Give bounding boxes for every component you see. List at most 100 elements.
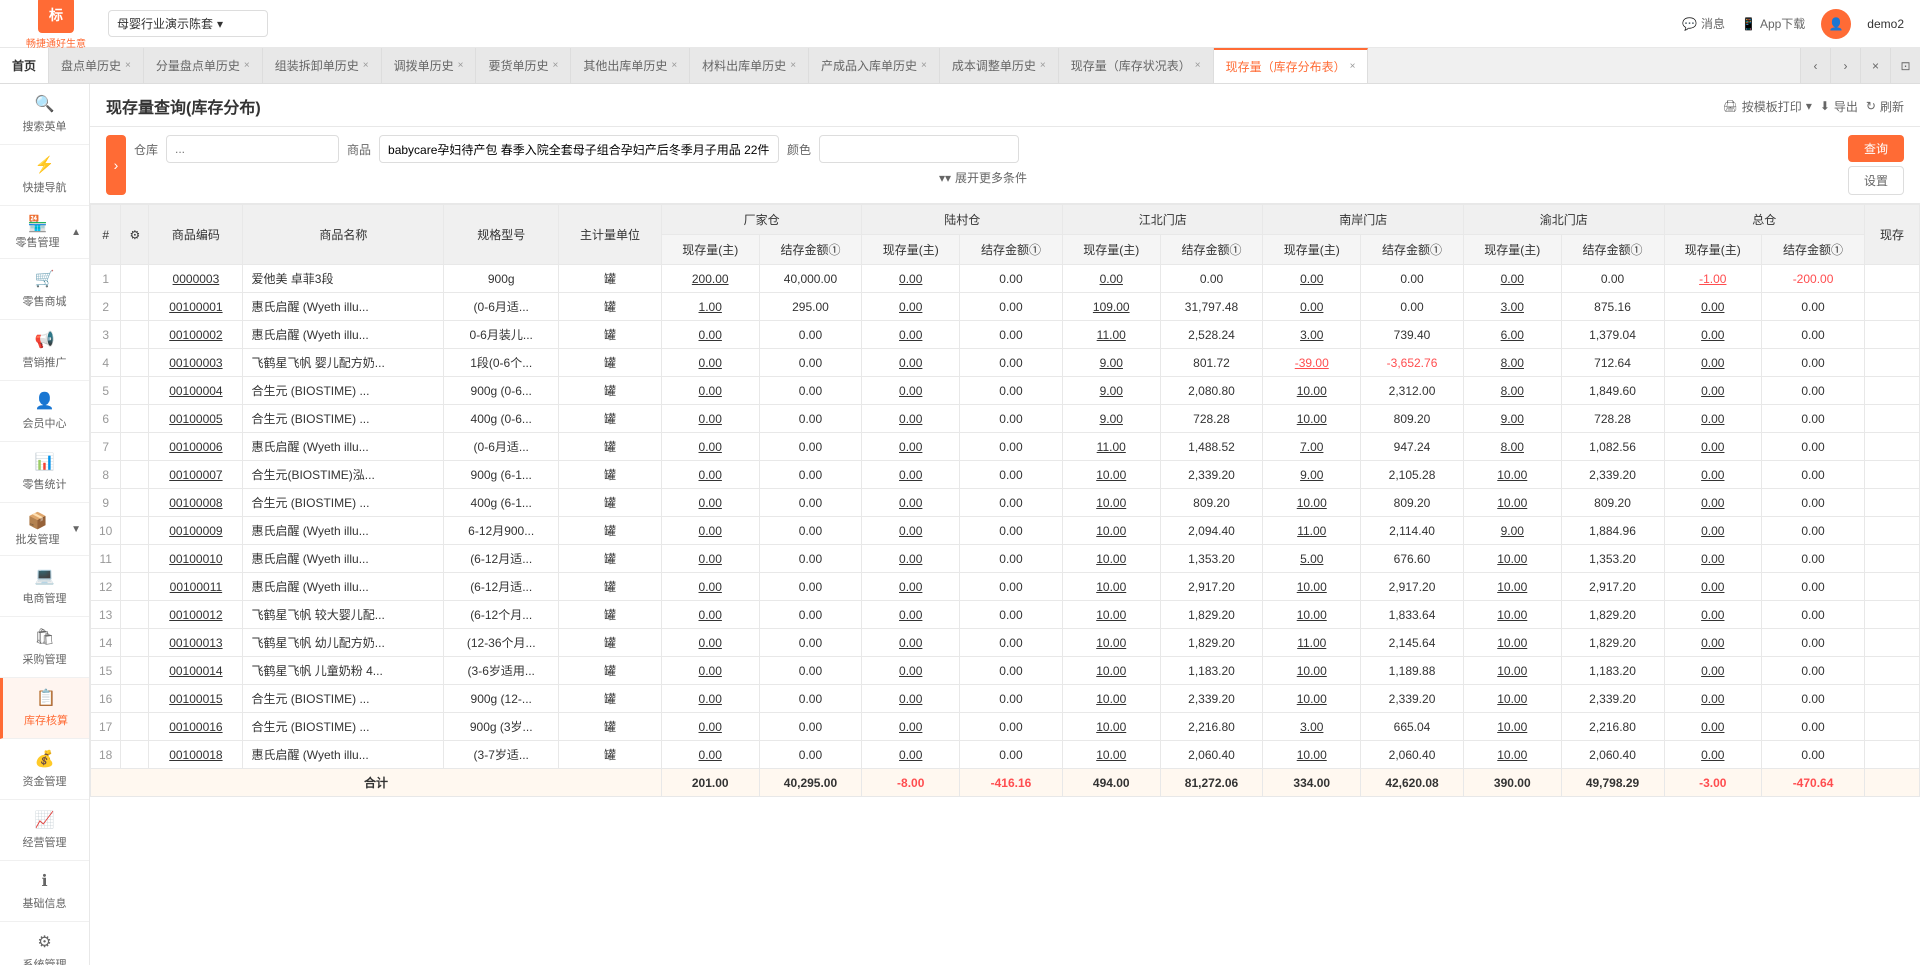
expand-conditions-btn[interactable]: ▾▾ 展开更多条件 bbox=[939, 169, 1027, 186]
sidebar-item-search[interactable]: 🔍 搜索英单 bbox=[0, 84, 89, 145]
cell-zg-qty[interactable]: 0.00 bbox=[1664, 293, 1762, 321]
cell-yb-qty[interactable]: 10.00 bbox=[1463, 545, 1561, 573]
cell-code[interactable]: 00100002 bbox=[149, 321, 243, 349]
cell-zg-qty[interactable]: 0.00 bbox=[1664, 573, 1762, 601]
cell-lc-qty[interactable]: 0.00 bbox=[862, 349, 960, 377]
tab-prev-btn[interactable]: ‹ bbox=[1800, 48, 1830, 84]
cell-code[interactable]: 00100001 bbox=[149, 293, 243, 321]
company-selector[interactable]: 母婴行业演示陈套 ▾ bbox=[108, 10, 268, 37]
cell-cj-qty[interactable]: 0.00 bbox=[661, 601, 759, 629]
cell-na-qty[interactable]: 0.00 bbox=[1263, 265, 1361, 293]
cell-yb-qty[interactable]: 9.00 bbox=[1463, 405, 1561, 433]
cell-yb-qty[interactable]: 8.00 bbox=[1463, 377, 1561, 405]
sidebar-item-marketing[interactable]: 📢 营销推广 bbox=[0, 320, 89, 381]
cell-zg-qty[interactable]: 0.00 bbox=[1664, 349, 1762, 377]
cell-jb-qty[interactable]: 10.00 bbox=[1062, 573, 1160, 601]
cell-yb-qty[interactable]: 10.00 bbox=[1463, 685, 1561, 713]
cell-cj-qty[interactable]: 0.00 bbox=[661, 405, 759, 433]
cell-jb-qty[interactable]: 10.00 bbox=[1062, 741, 1160, 769]
cell-lc-qty[interactable]: 0.00 bbox=[862, 293, 960, 321]
cell-na-qty[interactable]: 11.00 bbox=[1263, 629, 1361, 657]
cell-zg-qty[interactable]: 0.00 bbox=[1664, 545, 1762, 573]
cell-na-qty[interactable]: 0.00 bbox=[1263, 293, 1361, 321]
cell-na-qty[interactable]: 10.00 bbox=[1263, 377, 1361, 405]
cell-code[interactable]: 00100008 bbox=[149, 489, 243, 517]
cell-yb-qty[interactable]: 10.00 bbox=[1463, 741, 1561, 769]
cell-yb-qty[interactable]: 8.00 bbox=[1463, 349, 1561, 377]
cell-lc-qty[interactable]: 0.00 bbox=[862, 741, 960, 769]
sidebar-item-mgmt[interactable]: 📈 经营管理 bbox=[0, 800, 89, 861]
cell-jb-qty[interactable]: 109.00 bbox=[1062, 293, 1160, 321]
cell-yb-qty[interactable]: 6.00 bbox=[1463, 321, 1561, 349]
cell-cj-qty[interactable]: 0.00 bbox=[661, 685, 759, 713]
cell-lc-qty[interactable]: 0.00 bbox=[862, 517, 960, 545]
cell-code[interactable]: 00100004 bbox=[149, 377, 243, 405]
tab-next-btn[interactable]: › bbox=[1830, 48, 1860, 84]
cell-cj-qty[interactable]: 0.00 bbox=[661, 657, 759, 685]
refresh-btn[interactable]: ↻ 刷新 bbox=[1866, 98, 1904, 115]
cell-code[interactable]: 00100006 bbox=[149, 433, 243, 461]
cell-lc-qty[interactable]: 0.00 bbox=[862, 629, 960, 657]
cell-zg-qty[interactable]: 0.00 bbox=[1664, 377, 1762, 405]
cell-lc-qty[interactable]: 0.00 bbox=[862, 545, 960, 573]
cell-jb-qty[interactable]: 10.00 bbox=[1062, 657, 1160, 685]
print-btn[interactable]: 🖨 按模板打印 ▾ bbox=[1723, 98, 1812, 115]
cell-code[interactable]: 0000003 bbox=[149, 265, 243, 293]
cell-cj-qty[interactable]: 0.00 bbox=[661, 461, 759, 489]
tab-zuhe-close[interactable]: × bbox=[363, 60, 369, 71]
cell-lc-qty[interactable]: 0.00 bbox=[862, 265, 960, 293]
cell-code[interactable]: 00100016 bbox=[149, 713, 243, 741]
cell-na-qty[interactable]: 10.00 bbox=[1263, 405, 1361, 433]
cell-jb-qty[interactable]: 10.00 bbox=[1062, 517, 1160, 545]
tab-close-all-btn[interactable]: × bbox=[1860, 48, 1890, 84]
tab-diaopo[interactable]: 调拨单历史 × bbox=[382, 48, 477, 84]
cell-cj-qty[interactable]: 0.00 bbox=[661, 713, 759, 741]
cell-lc-qty[interactable]: 0.00 bbox=[862, 405, 960, 433]
cell-zg-qty[interactable]: 0.00 bbox=[1664, 685, 1762, 713]
cell-code[interactable]: 00100013 bbox=[149, 629, 243, 657]
cell-cj-qty[interactable]: 0.00 bbox=[661, 433, 759, 461]
cell-na-qty[interactable]: 10.00 bbox=[1263, 601, 1361, 629]
cell-na-qty[interactable]: 10.00 bbox=[1263, 741, 1361, 769]
cell-na-qty[interactable]: 10.00 bbox=[1263, 657, 1361, 685]
cell-yb-qty[interactable]: 0.00 bbox=[1463, 265, 1561, 293]
cell-cj-qty[interactable]: 0.00 bbox=[661, 629, 759, 657]
cell-cj-qty[interactable]: 0.00 bbox=[661, 517, 759, 545]
query-btn[interactable]: 查询 bbox=[1848, 135, 1904, 162]
cell-na-qty[interactable]: 5.00 bbox=[1263, 545, 1361, 573]
cell-lc-qty[interactable]: 0.00 bbox=[862, 489, 960, 517]
cell-lc-qty[interactable]: 0.00 bbox=[862, 377, 960, 405]
goods-input[interactable] bbox=[379, 135, 779, 163]
cell-jb-qty[interactable]: 9.00 bbox=[1062, 405, 1160, 433]
cell-code[interactable]: 00100007 bbox=[149, 461, 243, 489]
cell-zg-qty[interactable]: 0.00 bbox=[1664, 741, 1762, 769]
tab-expand-btn[interactable]: ⊡ bbox=[1890, 48, 1920, 84]
sidebar-item-nav[interactable]: ⚡ 快捷导航 bbox=[0, 145, 89, 206]
tab-fenpandian[interactable]: 分量盘点单历史 × bbox=[144, 48, 263, 84]
cell-yb-qty[interactable]: 10.00 bbox=[1463, 489, 1561, 517]
cell-na-qty[interactable]: 3.00 bbox=[1263, 321, 1361, 349]
cell-lc-qty[interactable]: 0.00 bbox=[862, 601, 960, 629]
cell-na-qty[interactable]: 10.00 bbox=[1263, 685, 1361, 713]
cell-yb-qty[interactable]: 9.00 bbox=[1463, 517, 1561, 545]
cell-jb-qty[interactable]: 9.00 bbox=[1062, 349, 1160, 377]
cell-lc-qty[interactable]: 0.00 bbox=[862, 685, 960, 713]
cell-lc-qty[interactable]: 0.00 bbox=[862, 713, 960, 741]
message-btn[interactable]: 💬 消息 bbox=[1682, 15, 1725, 32]
tab-yaohuo-close[interactable]: × bbox=[552, 60, 558, 71]
cell-cj-qty[interactable]: 0.00 bbox=[661, 489, 759, 517]
cell-code[interactable]: 00100005 bbox=[149, 405, 243, 433]
cell-yb-qty[interactable]: 8.00 bbox=[1463, 433, 1561, 461]
cell-zg-qty[interactable]: 0.00 bbox=[1664, 517, 1762, 545]
cell-code[interactable]: 00100003 bbox=[149, 349, 243, 377]
cell-yb-qty[interactable]: 10.00 bbox=[1463, 461, 1561, 489]
cell-zg-qty[interactable]: 0.00 bbox=[1664, 489, 1762, 517]
sidebar-item-stats[interactable]: 📊 零售统计 bbox=[0, 442, 89, 503]
warehouse-input[interactable] bbox=[166, 135, 339, 163]
cell-na-qty[interactable]: -39.00 bbox=[1263, 349, 1361, 377]
cell-code[interactable]: 00100012 bbox=[149, 601, 243, 629]
cell-cj-qty[interactable]: 0.00 bbox=[661, 545, 759, 573]
tab-chengben[interactable]: 成本调整单历史 × bbox=[940, 48, 1059, 84]
cell-cj-qty[interactable]: 0.00 bbox=[661, 321, 759, 349]
filter-collapse-btn[interactable]: › bbox=[106, 135, 126, 195]
